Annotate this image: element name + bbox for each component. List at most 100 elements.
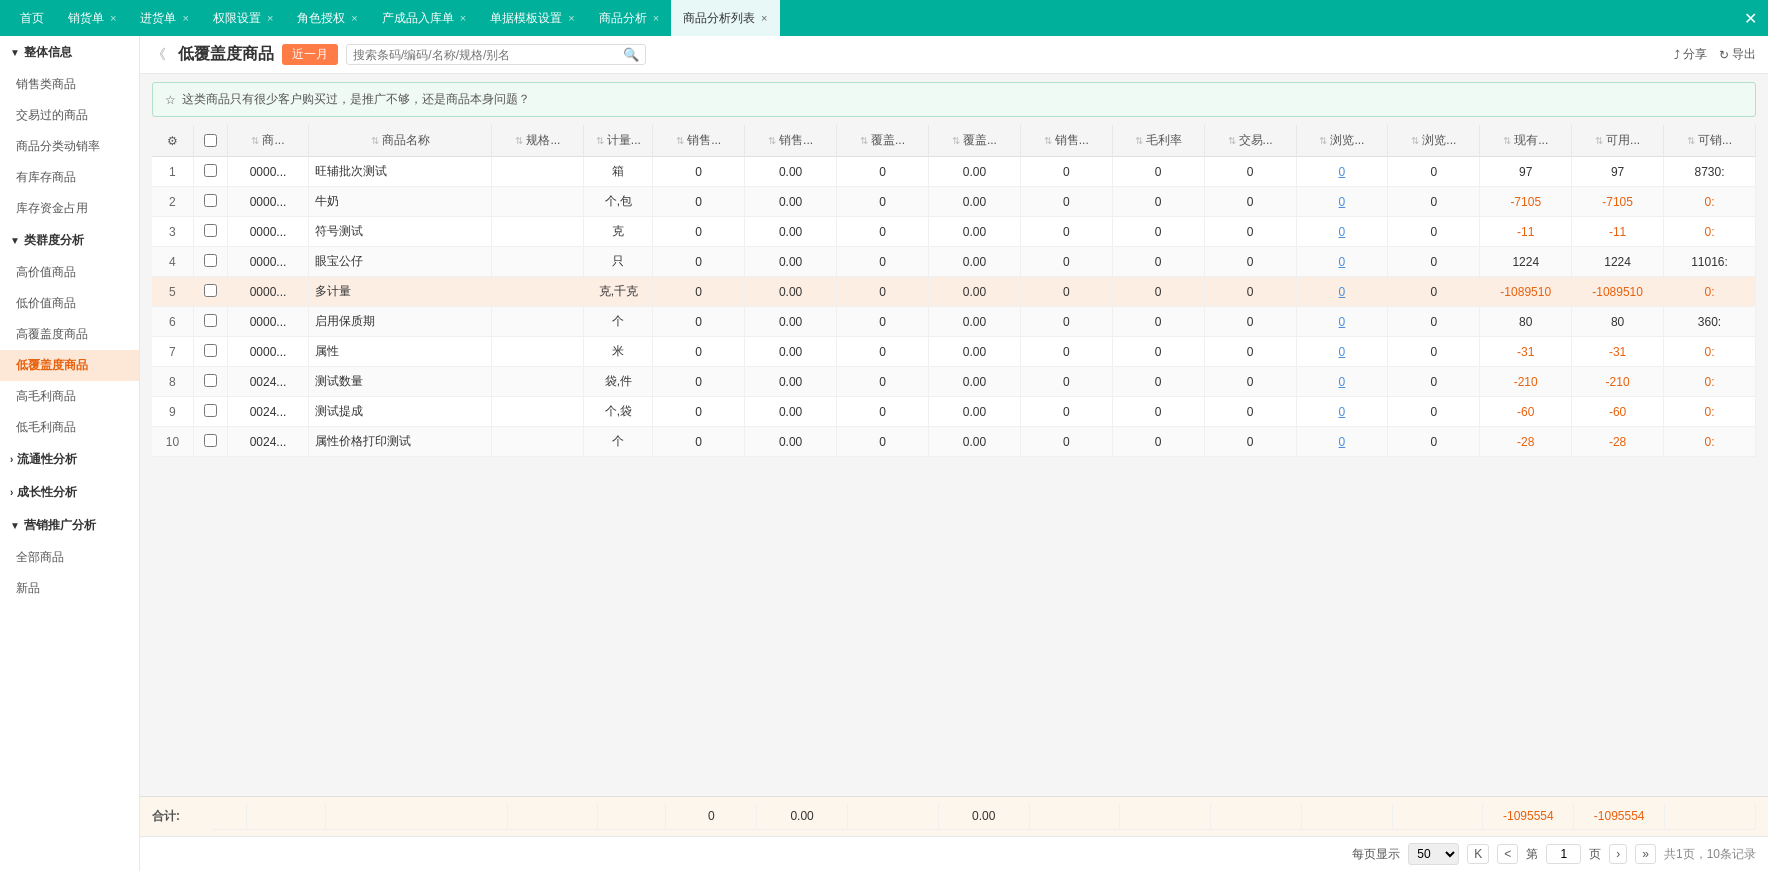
first-page-button[interactable]: K [1467, 844, 1489, 864]
total-current: -1095554 [1483, 803, 1574, 830]
row-browse1[interactable]: 0 [1296, 397, 1388, 427]
sidebar-item-all-goods[interactable]: 全部商品 [0, 542, 139, 573]
sidebar-section-cluster[interactable]: ▼ 类群度分析 [0, 224, 139, 257]
nav-finished-goods[interactable]: 产成品入库单 × [370, 0, 478, 36]
sidebar-item-high-value[interactable]: 高价值商品 [0, 257, 139, 288]
sidebar-item-traded-goods[interactable]: 交易过的商品 [0, 100, 139, 131]
table-container[interactable]: ⚙ ⇅商... ⇅商品名称 ⇅规格... [140, 125, 1768, 796]
sidebar-item-low-coverage[interactable]: 低覆盖度商品 [0, 350, 139, 381]
date-filter-button[interactable]: 近一月 [282, 44, 338, 65]
sidebar-section-flow[interactable]: › 流通性分析 [0, 443, 139, 476]
row-trade: 0 [1204, 307, 1296, 337]
row-browse1[interactable]: 0 [1296, 157, 1388, 187]
sidebar-item-new-goods[interactable]: 新品 [0, 573, 139, 604]
sidebar-item-sales-goods[interactable]: 销售类商品 [0, 69, 139, 100]
col-header-saleable: ⇅可销... [1664, 125, 1756, 157]
total-pages-label: 共1页，10条记录 [1664, 846, 1756, 863]
nav-role-auth[interactable]: 角色授权 × [285, 0, 369, 36]
sidebar-section-marketing[interactable]: ▼ 营销推广分析 [0, 509, 139, 542]
row-cover1: 0 [837, 307, 929, 337]
page-size-select[interactable]: 50 100 200 [1408, 843, 1459, 865]
select-all-checkbox[interactable] [204, 134, 217, 147]
nav-product-analysis-list-close[interactable]: × [761, 12, 767, 24]
row-cover2: 0.00 [928, 247, 1020, 277]
nav-product-analysis[interactable]: 商品分析 × [587, 0, 671, 36]
row-checkbox[interactable] [204, 434, 217, 447]
row-browse1[interactable]: 0 [1296, 427, 1388, 457]
sidebar-item-stock-goods[interactable]: 有库存商品 [0, 162, 139, 193]
nav-template-settings-close[interactable]: × [568, 12, 574, 24]
nav-finished-goods-close[interactable]: × [460, 12, 466, 24]
row-browse1[interactable]: 0 [1296, 187, 1388, 217]
row-checkbox-cell[interactable] [193, 307, 227, 337]
sidebar-collapse-btn[interactable]: 《 [152, 46, 166, 64]
row-checkbox-cell[interactable] [193, 427, 227, 457]
prev-page-button[interactable]: < [1497, 844, 1518, 864]
sort-icon-s3: ⇅ [1044, 135, 1052, 146]
sidebar-section-growth[interactable]: › 成长性分析 [0, 476, 139, 509]
nav-sales-order-close[interactable]: × [110, 12, 116, 24]
row-checkbox[interactable] [204, 164, 217, 177]
last-page-button[interactable]: » [1635, 844, 1656, 864]
row-checkbox-cell[interactable] [193, 187, 227, 217]
row-checkbox[interactable] [204, 344, 217, 357]
row-checkbox[interactable] [204, 224, 217, 237]
sidebar-section-overall[interactable]: ▼ 整体信息 [0, 36, 139, 69]
sidebar-item-stock-capital[interactable]: 库存资金占用 [0, 193, 139, 224]
sidebar-item-low-value[interactable]: 低价值商品 [0, 288, 139, 319]
row-cover2: 0.00 [928, 337, 1020, 367]
row-browse1[interactable]: 0 [1296, 367, 1388, 397]
sidebar-item-high-margin[interactable]: 高毛利商品 [0, 381, 139, 412]
nav-permission-settings-close[interactable]: × [267, 12, 273, 24]
export-button[interactable]: ↻ 导出 [1719, 46, 1756, 63]
row-checkbox[interactable] [204, 374, 217, 387]
col-header-check[interactable] [193, 125, 227, 157]
share-button[interactable]: ⤴ 分享 [1674, 46, 1707, 63]
row-spec [492, 367, 584, 397]
row-browse1[interactable]: 0 [1296, 337, 1388, 367]
nav-product-analysis-list[interactable]: 商品分析列表 × [671, 0, 779, 36]
row-checkbox-cell[interactable] [193, 217, 227, 247]
col-header-cover2: ⇅覆盖... [928, 125, 1020, 157]
nav-template-settings[interactable]: 单据模板设置 × [478, 0, 586, 36]
row-sales3: 0 [1020, 157, 1112, 187]
table-row: 7 0000... 属性 米 0 0.00 0 0.00 0 0 0 0 0 -… [152, 337, 1756, 367]
nav-purchase-order[interactable]: 进货单 × [128, 0, 200, 36]
row-spec [492, 337, 584, 367]
row-checkbox-cell[interactable] [193, 367, 227, 397]
row-browse1[interactable]: 0 [1296, 277, 1388, 307]
row-checkbox[interactable] [204, 284, 217, 297]
search-input[interactable] [353, 48, 623, 62]
nav-product-analysis-close[interactable]: × [653, 12, 659, 24]
row-saleable: 0: [1664, 277, 1756, 307]
row-checkbox[interactable] [204, 314, 217, 327]
nav-sales-order[interactable]: 销货单 × [56, 0, 128, 36]
section-arrow-overall: ▼ [10, 47, 20, 58]
nav-purchase-order-close[interactable]: × [182, 12, 188, 24]
row-checkbox-cell[interactable] [193, 247, 227, 277]
row-checkbox[interactable] [204, 254, 217, 267]
row-checkbox-cell[interactable] [193, 397, 227, 427]
row-checkbox-cell[interactable] [193, 337, 227, 367]
nav-home[interactable]: 首页 [8, 0, 56, 36]
nav-permission-settings[interactable]: 权限设置 × [201, 0, 285, 36]
next-page-button[interactable]: › [1609, 844, 1627, 864]
row-checkbox-cell[interactable] [193, 157, 227, 187]
sidebar-item-high-coverage[interactable]: 高覆盖度商品 [0, 319, 139, 350]
sidebar-item-category-rate[interactable]: 商品分类动销率 [0, 131, 139, 162]
row-browse1[interactable]: 0 [1296, 307, 1388, 337]
nav-role-auth-close[interactable]: × [351, 12, 357, 24]
row-checkbox[interactable] [204, 194, 217, 207]
sidebar-item-low-margin[interactable]: 低毛利商品 [0, 412, 139, 443]
row-checkbox-cell[interactable] [193, 277, 227, 307]
col-header-gear[interactable]: ⚙ [152, 125, 193, 157]
row-checkbox[interactable] [204, 404, 217, 417]
page-number-input[interactable] [1546, 844, 1581, 864]
window-close-button[interactable]: ✕ [1740, 8, 1760, 28]
row-sales2: 0.00 [745, 157, 837, 187]
total-row: 0 0.00 0.00 -1095554 -1095554 [212, 803, 1756, 830]
row-spec [492, 397, 584, 427]
row-saleable: 0: [1664, 187, 1756, 217]
row-browse1[interactable]: 0 [1296, 217, 1388, 247]
row-browse1[interactable]: 0 [1296, 247, 1388, 277]
